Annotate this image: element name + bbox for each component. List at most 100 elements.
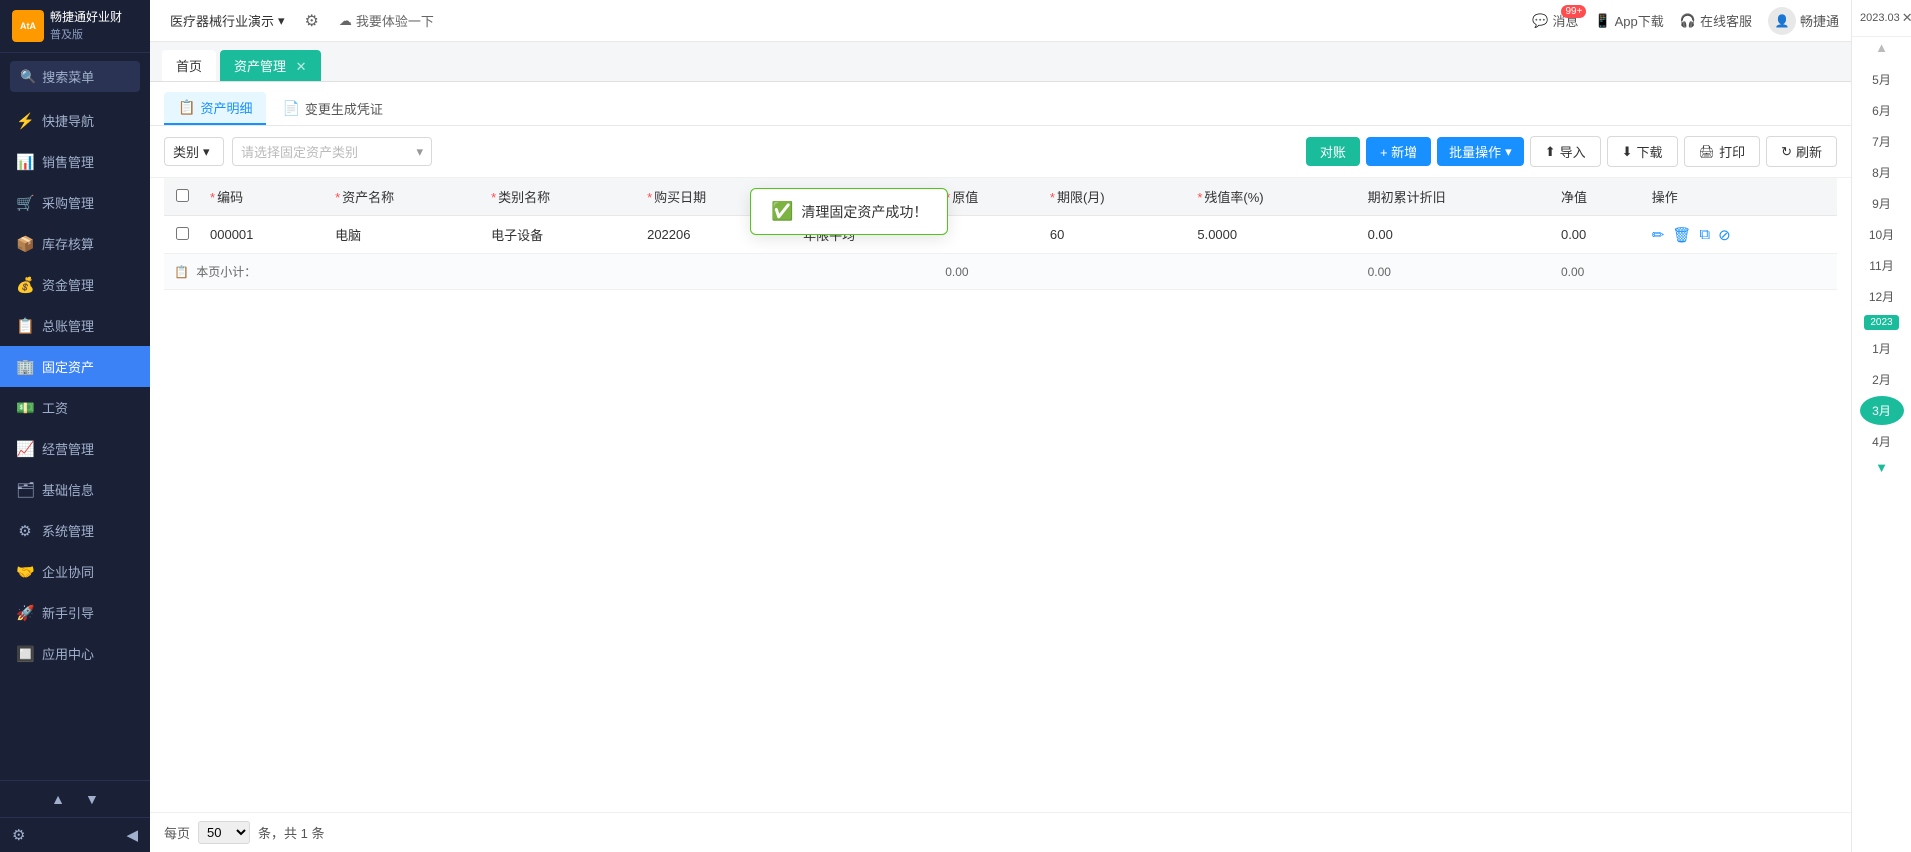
filter-dropdown-icon: ▾: [203, 144, 210, 160]
reconcile-button[interactable]: 对账: [1306, 137, 1360, 166]
cal-month-3[interactable]: 3月: [1860, 396, 1904, 425]
ledger-icon: 📋: [16, 317, 34, 335]
avatar: 👤: [1768, 7, 1796, 35]
sidebar-item-basic-info[interactable]: 🗂 基础信息: [0, 469, 150, 510]
tab-close-icon[interactable]: ✕: [296, 59, 307, 74]
sidebar: AtA 畅捷通好业财 普及版 🔍 搜索菜单 ⚡ 快捷导航 📊 销售管理 🛒 采购…: [0, 0, 150, 852]
user-menu[interactable]: 👤 畅捷通: [1768, 7, 1839, 35]
sidebar-item-system[interactable]: ⚙ 系统管理: [0, 510, 150, 551]
sidebar-item-guide[interactable]: 🚀 新手引导: [0, 592, 150, 633]
inventory-icon: 📦: [16, 235, 34, 253]
sidebar-item-purchase[interactable]: 🛒 采购管理: [0, 182, 150, 223]
basic-info-icon: 🗂: [16, 481, 34, 499]
cal-month-6[interactable]: 6月: [1860, 96, 1904, 125]
sidebar-item-enterprise[interactable]: 🤝 企业协同: [0, 551, 150, 592]
cal-month-5[interactable]: 5月: [1860, 65, 1904, 94]
sidebar-settings-button[interactable]: ⚙: [12, 826, 25, 844]
copy-icon[interactable]: ⧉: [1699, 226, 1710, 243]
sidebar-item-ledger[interactable]: 📋 总账管理: [0, 305, 150, 346]
import-icon: ⬆: [1545, 144, 1556, 160]
app-download-button[interactable]: 📱 App下载: [1594, 11, 1663, 30]
refresh-button[interactable]: ↻ 刷新: [1766, 136, 1837, 167]
header-original-value: *原值: [935, 178, 1040, 216]
edit-icon[interactable]: ✏: [1652, 226, 1665, 244]
cal-month-9[interactable]: 9月: [1860, 189, 1904, 218]
logo-icon: AtA: [12, 10, 44, 42]
download-button[interactable]: ⬇ 下载: [1607, 136, 1678, 167]
cal-month-8[interactable]: 8月: [1860, 158, 1904, 187]
cal-month-7[interactable]: 7月: [1860, 127, 1904, 156]
more-icon[interactable]: ⊘: [1718, 226, 1731, 244]
tab-home[interactable]: 首页: [162, 50, 216, 81]
calendar-close-button[interactable]: ✕: [1900, 8, 1911, 28]
calendar-panel: 2023.03 ✕ ▲ 5月 6月 7月 8月 9月 10月 11月 12月 2…: [1851, 0, 1911, 852]
sidebar-collapse-button[interactable]: ◀: [126, 826, 138, 844]
scroll-up-button[interactable]: ▲: [45, 789, 71, 809]
header-period: *期限(月): [1040, 178, 1187, 216]
sidebar-item-sales[interactable]: 📊 销售管理: [0, 141, 150, 182]
finance-icon: 💰: [16, 276, 34, 294]
purchase-icon: 🛒: [16, 194, 34, 212]
sidebar-scroll-controls: ▲ ▼: [0, 780, 150, 817]
sidebar-item-label: 总账管理: [42, 316, 94, 335]
search-menu-button[interactable]: 🔍 搜索菜单: [10, 61, 140, 92]
company-selector[interactable]: 医疗器械行业演示 ▾: [162, 7, 293, 34]
category-input[interactable]: 请选择固定资产类别 ▾: [232, 137, 432, 166]
support-button[interactable]: 🎧 在线客服: [1680, 11, 1752, 30]
app-download-icon: 📱: [1594, 13, 1610, 29]
topbar: 医疗器械行业演示 ▾ ⚙ ☁ 我要体验一下 💬 消息 99+ 📱 App下载 🎧…: [150, 0, 1851, 42]
enterprise-icon: 🤝: [16, 563, 34, 581]
notification-button[interactable]: 💬 消息 99+: [1532, 11, 1578, 30]
sidebar-item-label: 采购管理: [42, 193, 94, 212]
sidebar-item-label: 应用中心: [42, 644, 94, 663]
sub-tab-asset-detail[interactable]: 📋 资产明细: [164, 92, 266, 125]
notification-badge: 99+: [1561, 5, 1586, 18]
row-net-value: 0.00: [1551, 216, 1642, 254]
sidebar-item-salary[interactable]: 💵 工资: [0, 387, 150, 428]
sidebar-item-assets[interactable]: 🏢 固定资产: [0, 346, 150, 387]
sub-tab-voucher-gen[interactable]: 📄 变更生成凭证: [268, 92, 396, 125]
cal-month-10[interactable]: 10月: [1860, 220, 1904, 249]
header-select: [164, 178, 200, 216]
sidebar-item-operations[interactable]: 📈 经营管理: [0, 428, 150, 469]
cal-month-11[interactable]: 11月: [1860, 251, 1904, 280]
header-net-value: 净值: [1551, 178, 1642, 216]
header-initial-accumulated: 期初累计折旧: [1358, 178, 1551, 216]
experience-link[interactable]: ☁ 我要体验一下: [331, 7, 442, 34]
calendar-nav-down[interactable]: ▼: [1872, 457, 1891, 478]
cal-month-2[interactable]: 2月: [1860, 365, 1904, 394]
sidebar-item-quick-nav[interactable]: ⚡ 快捷导航: [0, 100, 150, 141]
download-icon: ⬇: [1622, 144, 1633, 160]
success-toast: ✅ 清理固定资产成功！: [750, 188, 948, 235]
import-button[interactable]: ⬆ 导入: [1530, 136, 1601, 167]
calendar-year-badge: 2023: [1864, 315, 1898, 330]
toolbar: 类别 ▾ 请选择固定资产类别 ▾ 对账 + 新增 批量操作 ▾ ⬆ 导入: [150, 126, 1851, 178]
cal-month-1[interactable]: 1月: [1860, 334, 1904, 363]
row-category: 电子设备: [481, 216, 637, 254]
select-all-checkbox[interactable]: [176, 189, 189, 202]
print-button[interactable]: 🖨 打印: [1684, 136, 1761, 167]
sidebar-item-app-center[interactable]: 🔲 应用中心: [0, 633, 150, 674]
cal-month-12[interactable]: 12月: [1860, 282, 1904, 311]
add-button[interactable]: + 新增: [1366, 137, 1431, 166]
cal-month-4[interactable]: 4月: [1860, 427, 1904, 456]
header-name: *资产名称: [325, 178, 481, 216]
per-page-select[interactable]: 50 100 200: [198, 821, 250, 844]
delete-icon[interactable]: 🗑: [1672, 226, 1691, 244]
calendar-nav-up[interactable]: ▲: [1872, 37, 1891, 58]
toolbar-right-actions: 对账 + 新增 批量操作 ▾ ⬆ 导入 ⬇ 下载 🖨 打印: [1306, 136, 1837, 167]
operations-icon: 📈: [16, 440, 34, 458]
batch-operations-button[interactable]: 批量操作 ▾: [1437, 137, 1524, 166]
topbar-settings-button[interactable]: ⚙: [301, 7, 323, 35]
scroll-down-button[interactable]: ▼: [79, 789, 105, 809]
sidebar-item-inventory[interactable]: 📦 库存核算: [0, 223, 150, 264]
sidebar-item-finance[interactable]: 💰 资金管理: [0, 264, 150, 305]
salary-icon: 💵: [16, 399, 34, 417]
tab-asset-mgmt[interactable]: 资产管理 ✕: [220, 50, 321, 81]
category-filter-select[interactable]: 类别 ▾: [164, 137, 224, 166]
row-checkbox[interactable]: [176, 227, 189, 240]
system-icon: ⚙: [16, 522, 34, 540]
refresh-icon: ↻: [1781, 144, 1792, 160]
calendar-header: 2023.03 ✕: [1852, 0, 1911, 37]
row-select-cell: [164, 216, 200, 254]
